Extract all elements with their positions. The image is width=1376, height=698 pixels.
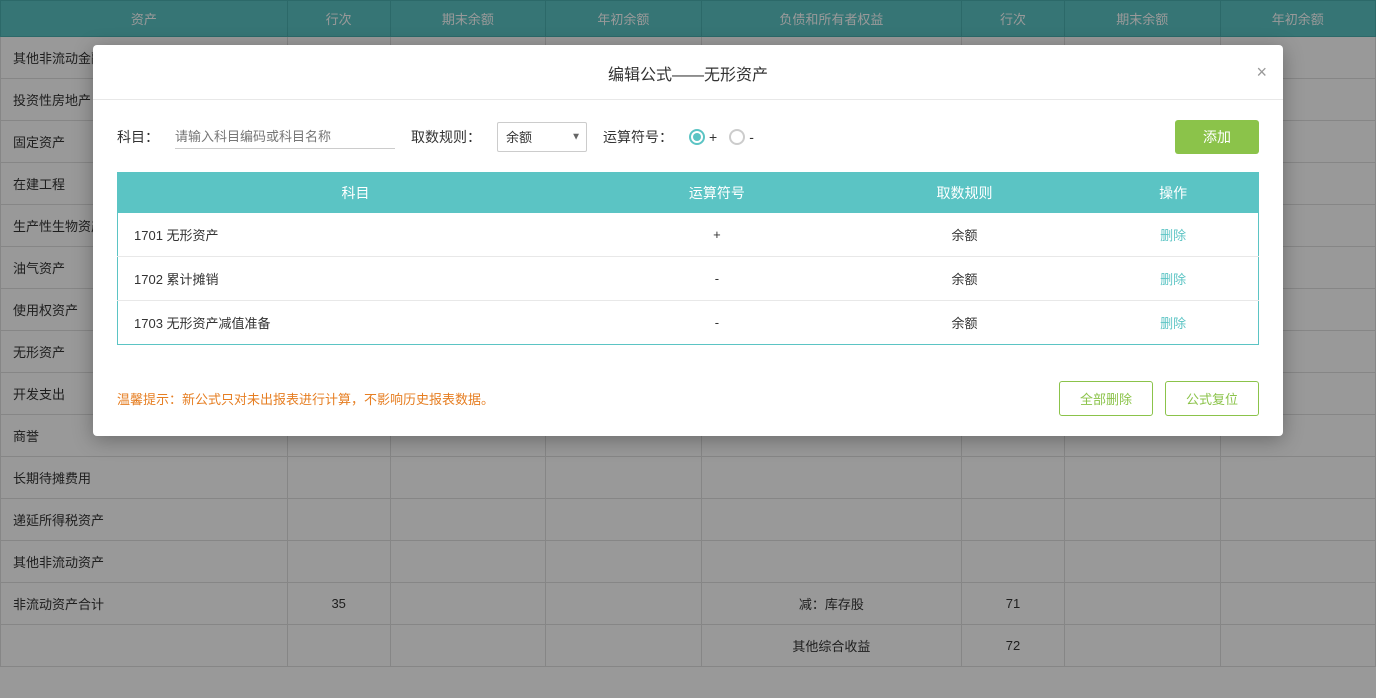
table-row: 1702 累计摊销-余额 删除 — [118, 257, 1259, 301]
table-row: 1703 无形资产减值准备-余额 删除 — [118, 301, 1259, 345]
row-operator-0: + — [593, 213, 841, 257]
footer-buttons: 全部删除 公式复位 — [1059, 381, 1259, 416]
rule-select-wrap: 余额 借方 贷方 ▼ — [497, 122, 587, 152]
th-action: 操作 — [1088, 173, 1258, 214]
radio-minus-circle — [729, 129, 745, 145]
table-row: 1701 无形资产+余额 删除 — [118, 213, 1259, 257]
subject-label: 科目： — [117, 127, 159, 147]
modal-footer: 温馨提示：新公式只对未出报表进行计算，不影响历史报表数据。 全部删除 公式复位 — [93, 365, 1283, 436]
delete-button-2[interactable]: 删除 — [1160, 316, 1186, 331]
table-header-row: 科目 运算符号 取数规则 操作 — [118, 173, 1259, 214]
modal-dialog: 编辑公式——无形资产 × 科目： 取数规则： 余额 借方 贷方 ▼ — [93, 45, 1283, 436]
row-rule-1: 余额 — [841, 257, 1089, 301]
row-operator-1: - — [593, 257, 841, 301]
reset-button[interactable]: 公式复位 — [1165, 381, 1259, 416]
modal-title: 编辑公式——无形资产 — [608, 67, 768, 84]
row-subject-2: 1703 无形资产减值准备 — [118, 301, 594, 345]
formula-table: 科目 运算符号 取数规则 操作 1701 无形资产+余额删除1702 累计摊销-… — [117, 172, 1259, 345]
row-operator-2: - — [593, 301, 841, 345]
radio-minus[interactable]: - — [729, 129, 754, 145]
subject-input[interactable] — [175, 125, 395, 149]
radio-plus-circle — [689, 129, 705, 145]
add-button[interactable]: 添加 — [1175, 120, 1259, 154]
row-action-1: 删除 — [1088, 257, 1258, 301]
th-rule: 取数规则 — [841, 173, 1089, 214]
th-subject: 科目 — [118, 173, 594, 214]
modal-body: 科目： 取数规则： 余额 借方 贷方 ▼ 运算符号： — [93, 100, 1283, 365]
rule-select[interactable]: 余额 借方 贷方 — [497, 122, 587, 152]
form-row: 科目： 取数规则： 余额 借方 贷方 ▼ 运算符号： — [117, 120, 1259, 154]
row-subject-0: 1701 无形资产 — [118, 213, 594, 257]
modal-overlay: 编辑公式——无形资产 × 科目： 取数规则： 余额 借方 贷方 ▼ — [0, 0, 1376, 698]
th-operator: 运算符号 — [593, 173, 841, 214]
operator-radio-group: + - — [689, 129, 754, 145]
row-rule-2: 余额 — [841, 301, 1089, 345]
radio-minus-label: - — [749, 129, 754, 145]
delete-button-1[interactable]: 删除 — [1160, 272, 1186, 287]
row-action-0: 删除 — [1088, 213, 1258, 257]
row-action-2: 删除 — [1088, 301, 1258, 345]
modal-close-button[interactable]: × — [1256, 63, 1267, 81]
modal-header: 编辑公式——无形资产 × — [93, 45, 1283, 100]
rule-label: 取数规则： — [411, 127, 481, 147]
delete-all-button[interactable]: 全部删除 — [1059, 381, 1153, 416]
radio-plus-label: + — [709, 129, 717, 145]
row-subject-1: 1702 累计摊销 — [118, 257, 594, 301]
operator-label: 运算符号： — [603, 127, 673, 147]
row-rule-0: 余额 — [841, 213, 1089, 257]
delete-button-0[interactable]: 删除 — [1160, 228, 1186, 243]
footer-tip: 温馨提示：新公式只对未出报表进行计算，不影响历史报表数据。 — [117, 389, 494, 408]
radio-plus[interactable]: + — [689, 129, 717, 145]
